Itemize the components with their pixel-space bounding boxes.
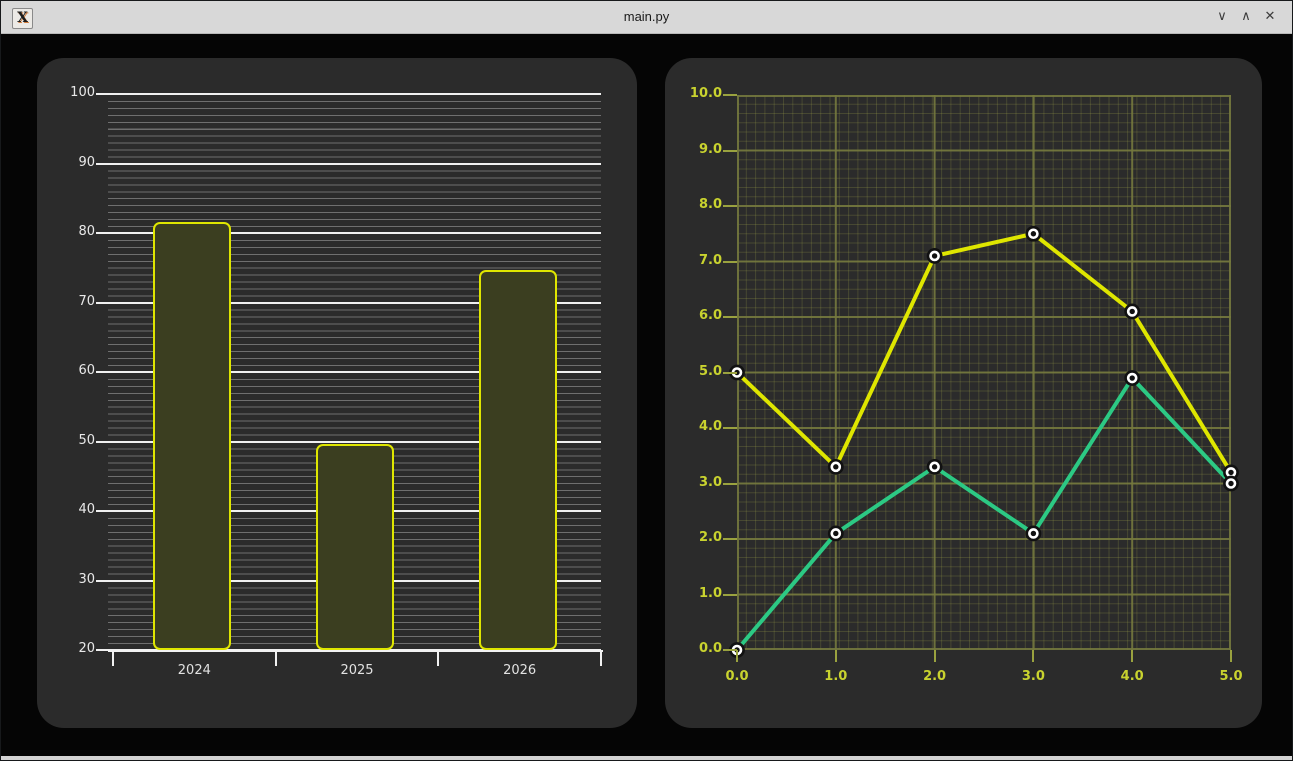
y-tick-label: 2.0 xyxy=(698,530,722,545)
y-tick-label: 9.0 xyxy=(698,141,722,157)
y-axis-tick xyxy=(723,538,737,540)
close-button[interactable]: ✕ xyxy=(1258,1,1282,33)
y-tick-label: 20 xyxy=(78,641,95,656)
bar-2026 xyxy=(478,269,557,650)
x-axis-tick xyxy=(1032,650,1035,662)
y-axis-tick xyxy=(723,205,737,207)
y-tick-label: 6.0 xyxy=(698,308,722,323)
bar-chart-panel: 100 90 80 70 60 50 40 30 20 2024 2025 2026 xyxy=(37,58,637,728)
y-tick-label: 50 xyxy=(78,432,95,448)
y-tick-label: 10.0 xyxy=(689,86,722,101)
app-window: X main.py ∨ ∧ ✕ 100 90 80 70 60 50 40 30 20 2024 2… xyxy=(0,0,1293,761)
y-axis-tick xyxy=(723,649,737,651)
x-axis-tick xyxy=(933,650,936,662)
y-axis-tick xyxy=(723,593,737,596)
yellow-series-marker-center xyxy=(1030,231,1037,237)
x-axis-tick xyxy=(274,650,277,666)
bar-2024 xyxy=(153,221,232,650)
teal-series-marker-center xyxy=(1228,480,1234,487)
major-gridline xyxy=(96,93,601,95)
y-axis-tick xyxy=(723,316,737,318)
yellow-series-marker-center xyxy=(1228,469,1234,476)
x-tick-label: 4.0 xyxy=(1120,669,1144,684)
y-axis-tick xyxy=(723,482,737,485)
bar-2025 xyxy=(316,444,394,650)
x-tick-label: 5.0 xyxy=(1219,669,1243,684)
y-tick-label: 100 xyxy=(70,85,95,100)
content-area: 100 90 80 70 60 50 40 30 20 2024 2025 2026 0.0 1.0 2.… xyxy=(1,34,1292,756)
teal-series-marker-center xyxy=(931,464,938,470)
y-tick-label: 60 xyxy=(78,363,95,378)
y-tick-label: 90 xyxy=(78,154,95,170)
x-tick-label: 0.0 xyxy=(725,669,749,684)
yellow-series-marker-center xyxy=(1129,308,1135,315)
y-tick-label: 1.0 xyxy=(698,585,722,601)
line-chart-panel: 0.0 1.0 2.0 3.0 4.0 5.0 0.0 1.0 2.0 3.0 4.0 5.0 6.0 7… xyxy=(665,58,1262,728)
x-tick-label: 3.0 xyxy=(1021,669,1045,684)
x-tick-label: 2026 xyxy=(503,663,537,678)
maximize-button[interactable]: ∧ xyxy=(1234,1,1258,33)
window-title: main.py xyxy=(623,9,670,24)
yellow-series-marker-center xyxy=(833,464,839,470)
y-tick-label: 4.0 xyxy=(698,419,722,434)
x-axis-tick xyxy=(112,650,114,666)
x-axis-tick xyxy=(600,650,602,666)
x-tick-label: 2025 xyxy=(340,663,374,678)
y-tick-label: 0.0 xyxy=(698,641,722,656)
teal-series-marker-center xyxy=(1030,530,1037,537)
teal-series-marker-center xyxy=(833,530,839,537)
y-tick-label: 8.0 xyxy=(698,197,722,212)
titlebar[interactable]: X main.py ∨ ∧ ✕ xyxy=(1,1,1292,34)
y-tick-label: 5.0 xyxy=(698,363,722,379)
x-axis-tick xyxy=(437,650,440,666)
y-tick-label: 3.0 xyxy=(698,474,722,490)
y-axis-tick xyxy=(723,371,737,374)
major-gridline xyxy=(96,162,601,165)
y-axis-tick xyxy=(723,94,737,96)
x-axis-tick xyxy=(834,650,837,662)
x-tick-label: 2.0 xyxy=(923,669,947,684)
minimize-button[interactable]: ∨ xyxy=(1210,1,1234,33)
x-tick-label: 1.0 xyxy=(824,669,848,684)
teal-series-marker-center xyxy=(1129,375,1135,381)
y-tick-label: 40 xyxy=(78,502,95,517)
line-plot-area xyxy=(729,95,1239,658)
y-tick-label: 7.0 xyxy=(698,252,722,268)
x-axis-tick xyxy=(736,650,738,662)
x-axis-tick xyxy=(1131,650,1134,662)
y-tick-label: 30 xyxy=(78,571,95,587)
y-axis-tick xyxy=(723,427,737,429)
y-tick-label: 70 xyxy=(78,293,95,309)
y-axis-tick xyxy=(723,149,737,152)
y-axis-tick xyxy=(723,260,737,263)
yellow-series-marker-center xyxy=(931,253,938,259)
x-axis-line xyxy=(108,650,603,652)
y-tick-label: 80 xyxy=(78,224,95,239)
x-axis-tick xyxy=(1230,650,1232,662)
x-tick-label: 2024 xyxy=(177,663,211,678)
